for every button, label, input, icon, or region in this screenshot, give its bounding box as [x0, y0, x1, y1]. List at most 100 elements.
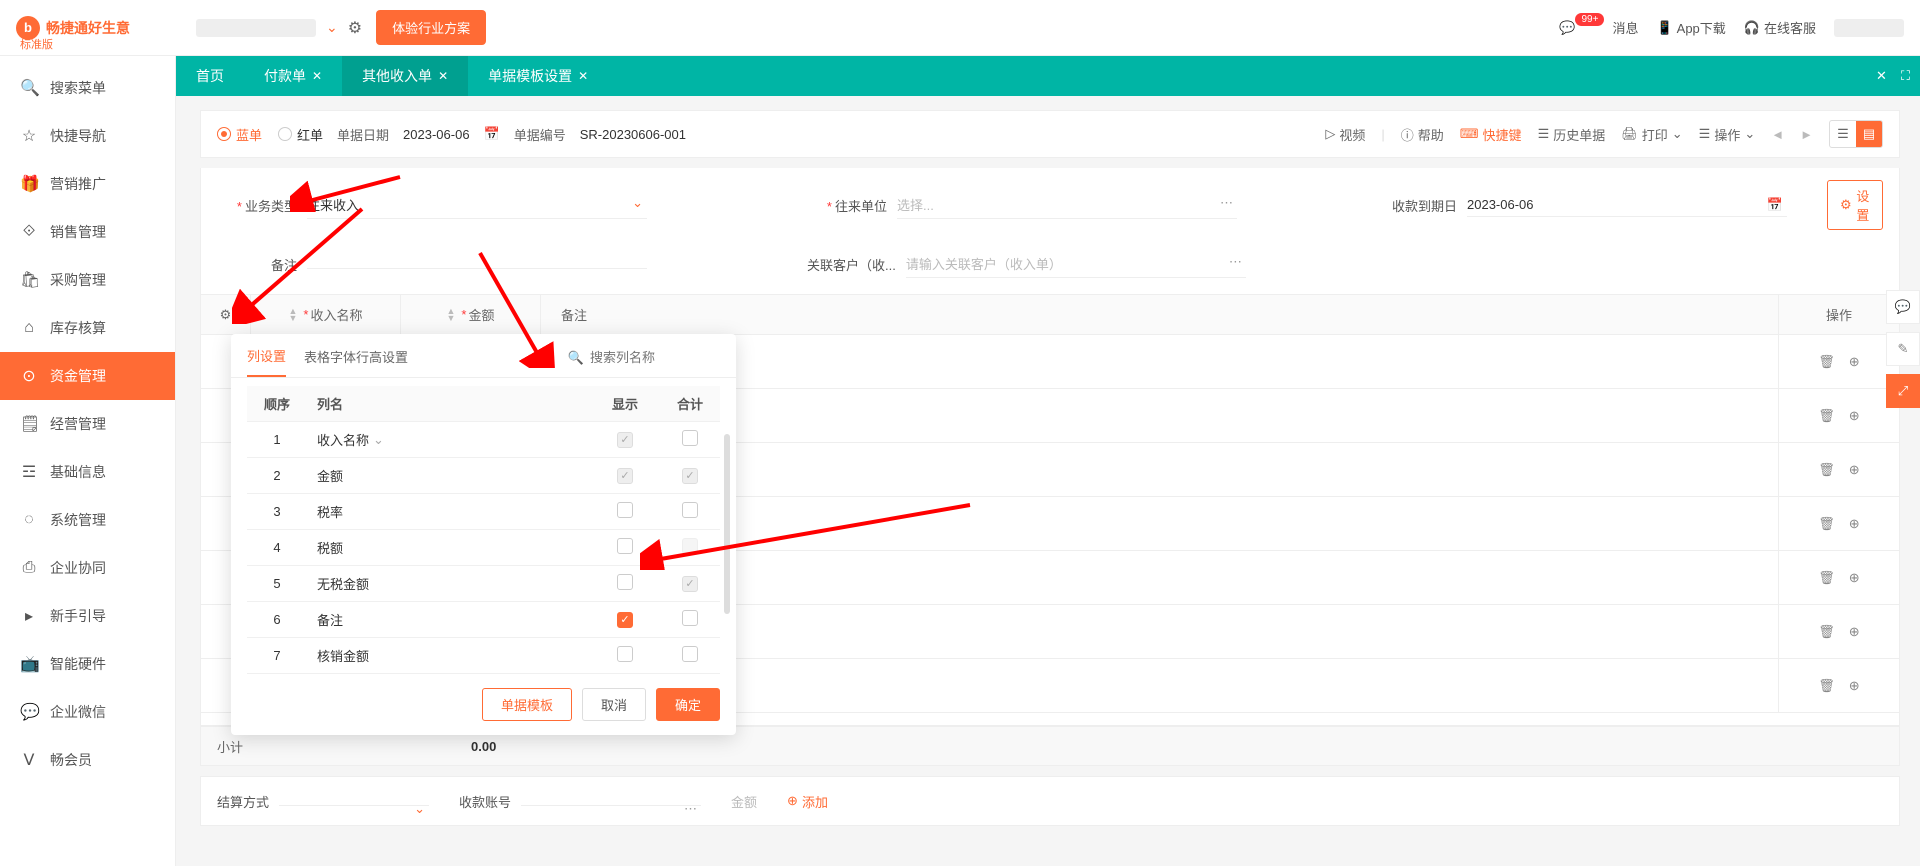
copy-row-icon[interactable]: ⊕: [1849, 354, 1860, 370]
user-avatar[interactable]: [1834, 19, 1904, 37]
sidebar-item-畅会员[interactable]: Ⅴ畅会员: [0, 736, 175, 784]
tab-单据模板设置[interactable]: 单据模板设置✕: [468, 56, 608, 96]
total-checkbox[interactable]: [660, 502, 720, 521]
trial-button[interactable]: 体验行业方案: [376, 10, 486, 45]
sidebar-item-采购管理[interactable]: 🛍采购管理: [0, 256, 175, 304]
calendar-icon[interactable]: 📅: [1767, 197, 1783, 213]
sidebar-item-搜索菜单[interactable]: 🔍搜索菜单: [0, 64, 175, 112]
tab-其他收入单[interactable]: 其他收入单✕: [342, 56, 468, 96]
sidebar-item-销售管理[interactable]: ⟐销售管理: [0, 208, 175, 256]
show-checkbox[interactable]: [590, 574, 660, 593]
total-checkbox[interactable]: [660, 646, 720, 665]
tab-付款单[interactable]: 付款单✕: [244, 56, 342, 96]
template-button[interactable]: 单据模板: [482, 688, 572, 721]
cancel-button[interactable]: 取消: [582, 688, 646, 721]
red-doc-radio[interactable]: 红单: [278, 125, 323, 144]
due-date-field[interactable]: 收款到期日 2023-06-06📅: [1377, 193, 1787, 217]
sidebar-item-经营管理[interactable]: 🗒经营管理: [0, 400, 175, 448]
confirm-button[interactable]: 确定: [656, 688, 720, 721]
show-checkbox[interactable]: ✓: [590, 431, 660, 448]
print-link[interactable]: 🖨 打印 ⌄: [1621, 125, 1682, 144]
doc-date-value[interactable]: 2023-06-06: [403, 127, 470, 142]
popup-tab-rowheight[interactable]: 表格字体行高设置: [304, 347, 408, 376]
total-checkbox[interactable]: [660, 538, 720, 557]
show-checkbox[interactable]: [590, 538, 660, 557]
delete-row-icon[interactable]: 🗑: [1818, 678, 1835, 694]
sidebar-item-系统管理[interactable]: ◌系统管理: [0, 496, 175, 544]
view-toggle[interactable]: ☰ ▤: [1829, 120, 1883, 148]
related-customer-field[interactable]: 关联客户（收... 请输入关联客户（收入单）: [807, 250, 1246, 278]
popup-tab-columns[interactable]: 列设置: [247, 346, 286, 377]
column-search[interactable]: 🔍: [568, 350, 720, 366]
copy-row-icon[interactable]: ⊕: [1849, 570, 1860, 586]
tab-首页[interactable]: 首页: [176, 56, 244, 96]
footer-amount-field[interactable]: 金额: [731, 792, 757, 811]
org-selector[interactable]: ⌄ ⚙: [196, 18, 362, 38]
list-view-icon[interactable]: ☰: [1830, 121, 1856, 147]
sidebar-icon: ⌂: [20, 319, 38, 337]
close-icon[interactable]: ✕: [438, 56, 448, 96]
shortcut-link[interactable]: ⌨ 快捷键: [1460, 125, 1522, 144]
settings-button[interactable]: ⚙ 设置: [1827, 180, 1883, 230]
copy-row-icon[interactable]: ⊕: [1849, 408, 1860, 424]
close-icon[interactable]: ✕: [578, 56, 588, 96]
copy-row-icon[interactable]: ⊕: [1849, 678, 1860, 694]
total-checkbox[interactable]: [660, 610, 720, 629]
sidebar-item-智能硬件[interactable]: 📺智能硬件: [0, 640, 175, 688]
sidebar-item-快捷导航[interactable]: ☆快捷导航: [0, 112, 175, 160]
copy-row-icon[interactable]: ⊕: [1849, 462, 1860, 478]
support-link[interactable]: 🎧在线客服: [1744, 18, 1816, 37]
delete-row-icon[interactable]: 🗑: [1818, 624, 1835, 640]
popup-scrollbar[interactable]: [724, 434, 730, 614]
float-chat-icon[interactable]: 💬: [1886, 290, 1920, 324]
help-link[interactable]: ⓘ 帮助: [1401, 125, 1444, 144]
total-checkbox[interactable]: ✓: [660, 467, 720, 484]
show-checkbox[interactable]: [590, 502, 660, 521]
delete-row-icon[interactable]: 🗑: [1818, 516, 1835, 532]
settle-method-field[interactable]: 结算方式 ⌄: [217, 792, 429, 811]
gear-icon[interactable]: ⚙: [348, 18, 362, 38]
show-checkbox[interactable]: ✓: [590, 611, 660, 628]
sidebar-item-企业微信[interactable]: 💬企业微信: [0, 688, 175, 736]
app-download-link[interactable]: 📱App下载: [1656, 18, 1725, 37]
sidebar-item-资金管理[interactable]: ⊙资金管理: [0, 352, 175, 400]
messages-link[interactable]: 💬 99+ 消息: [1559, 18, 1638, 37]
blue-doc-radio[interactable]: 蓝单: [217, 125, 262, 144]
delete-row-icon[interactable]: 🗑: [1818, 570, 1835, 586]
sidebar-item-新手引导[interactable]: ▸新手引导: [0, 592, 175, 640]
sidebar-item-企业协同[interactable]: ⎙企业协同: [0, 544, 175, 592]
col-amount[interactable]: ▲▼*金额: [401, 295, 541, 334]
sidebar-item-基础信息[interactable]: ☲基础信息: [0, 448, 175, 496]
sidebar-item-库存核算[interactable]: ⌂库存核算: [0, 304, 175, 352]
remark-field[interactable]: 备注: [217, 255, 647, 274]
copy-row-icon[interactable]: ⊕: [1849, 516, 1860, 532]
delete-row-icon[interactable]: 🗑: [1818, 408, 1835, 424]
show-checkbox[interactable]: [590, 646, 660, 665]
float-expand-icon[interactable]: ⤢: [1886, 374, 1920, 408]
video-link[interactable]: ▷ 视频: [1325, 125, 1365, 144]
prev-icon[interactable]: ◄: [1771, 127, 1784, 142]
column-search-input[interactable]: [590, 350, 720, 365]
next-icon[interactable]: ►: [1800, 127, 1813, 142]
col-income-name[interactable]: ▲▼*收入名称: [251, 295, 401, 334]
close-tab-icon[interactable]: ✕: [1876, 68, 1887, 84]
column-settings-gear[interactable]: ⚙: [201, 295, 251, 334]
account-field[interactable]: 收款账号: [459, 792, 701, 811]
copy-row-icon[interactable]: ⊕: [1849, 624, 1860, 640]
add-payment-link[interactable]: ⊕ 添加: [787, 792, 828, 811]
delete-row-icon[interactable]: 🗑: [1818, 354, 1835, 370]
close-icon[interactable]: ✕: [312, 56, 322, 96]
fullscreen-icon[interactable]: ⛶: [1901, 68, 1910, 84]
show-checkbox[interactable]: ✓: [590, 467, 660, 484]
delete-row-icon[interactable]: 🗑: [1818, 462, 1835, 478]
history-link[interactable]: ☰ 历史单据: [1538, 125, 1606, 144]
total-checkbox[interactable]: ✓: [660, 575, 720, 592]
partner-field[interactable]: *往来单位 选择...: [807, 191, 1237, 219]
operate-link[interactable]: ☰ 操作 ⌄: [1699, 125, 1756, 144]
sidebar-item-营销推广[interactable]: 🎁营销推广: [0, 160, 175, 208]
float-edit-icon[interactable]: ✎: [1886, 332, 1920, 366]
biz-type-field[interactable]: *业务类型 往来收入: [217, 191, 647, 219]
total-checkbox[interactable]: [660, 430, 720, 449]
calendar-icon[interactable]: 📅: [484, 126, 500, 142]
card-view-icon[interactable]: ▤: [1856, 121, 1882, 147]
